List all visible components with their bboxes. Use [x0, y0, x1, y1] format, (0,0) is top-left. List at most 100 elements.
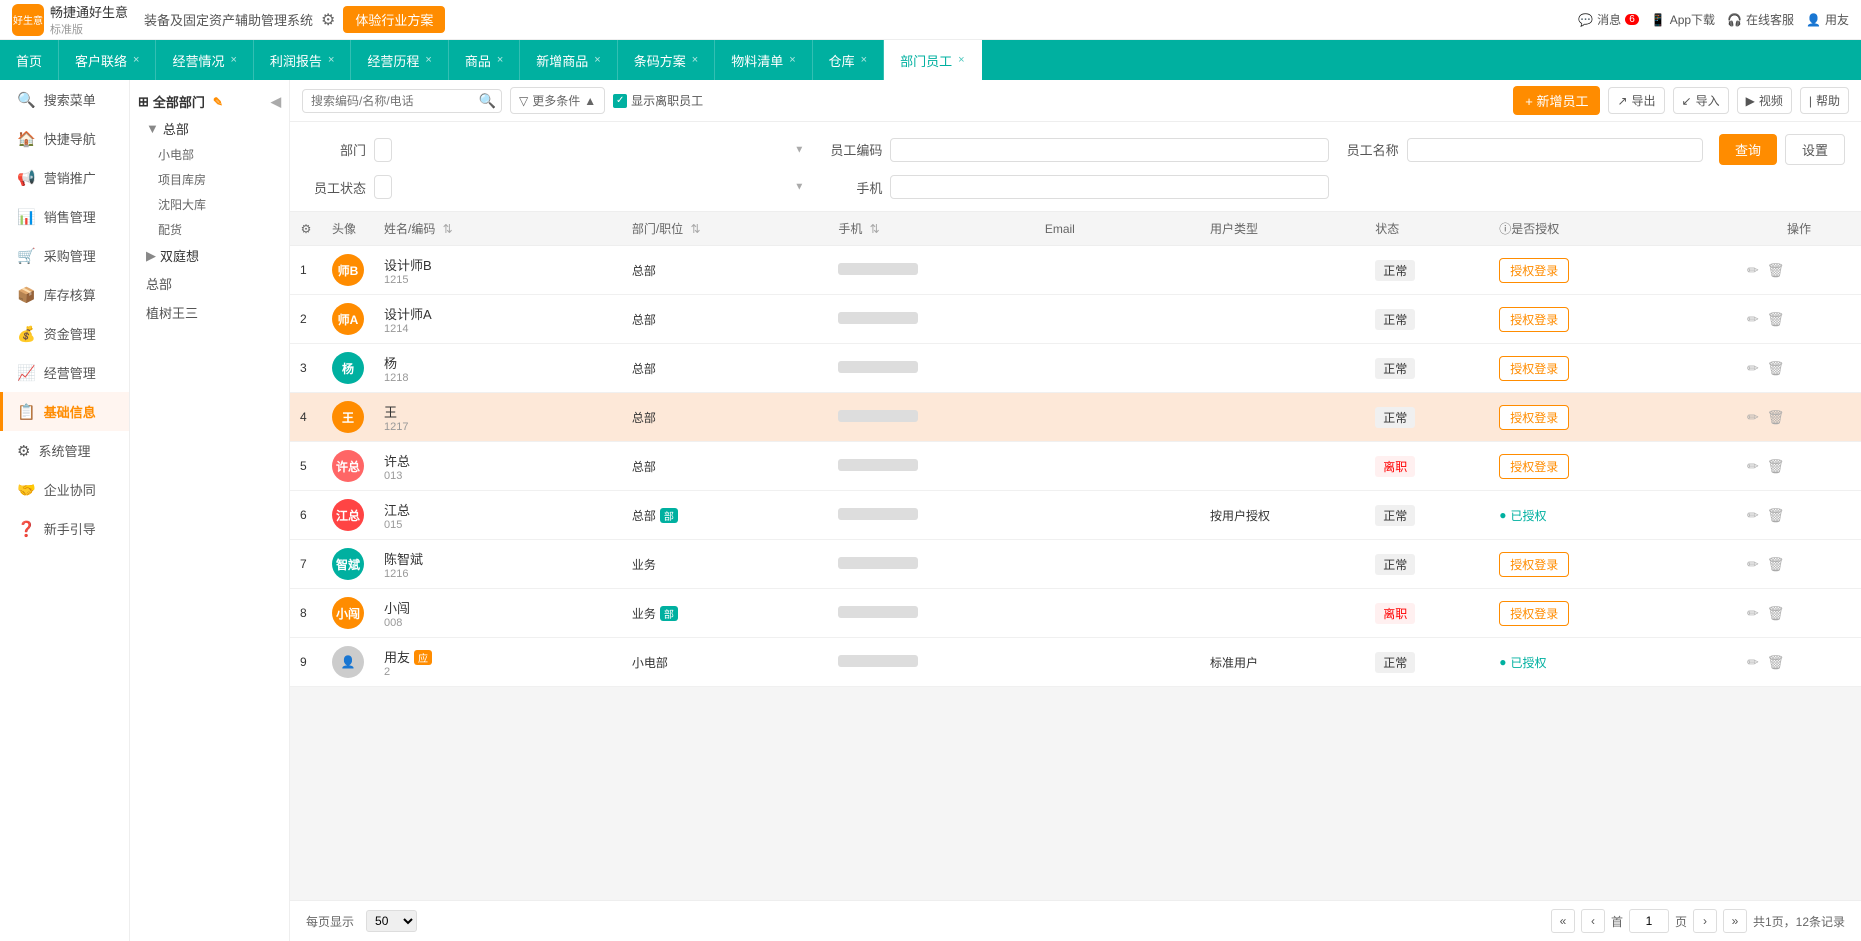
delete-icon[interactable]: 🗑: [1767, 458, 1785, 475]
sidebar-item-quick[interactable]: 🏠快捷导航: [0, 119, 129, 158]
prev-page-button[interactable]: ‹: [1581, 909, 1605, 933]
delete-icon[interactable]: 🗑: [1767, 556, 1785, 573]
search-input[interactable]: [302, 89, 502, 113]
sidebar-item-system[interactable]: ⚙系统管理: [0, 431, 129, 470]
navtab-客户联络[interactable]: 客户联络×: [59, 40, 156, 80]
dept-collapse-icon[interactable]: ◀: [271, 94, 281, 110]
delete-icon[interactable]: 🗑: [1767, 262, 1785, 279]
navtab-物料清单[interactable]: 物料清单×: [715, 40, 812, 80]
dept-select[interactable]: [374, 138, 392, 162]
navtab-首页[interactable]: 首页: [0, 40, 59, 80]
edit-icon[interactable]: ✏: [1747, 507, 1759, 524]
edit-icon[interactable]: ✏: [1747, 654, 1759, 671]
sidebar-item-marketing[interactable]: 📢营销推广: [0, 158, 129, 197]
set-button[interactable]: 设置: [1785, 134, 1845, 165]
trial-button[interactable]: 体验行业方案: [343, 6, 445, 33]
edit-icon[interactable]: ✏: [1747, 605, 1759, 622]
status-select[interactable]: [374, 175, 392, 199]
navtab-close-经营历程[interactable]: ×: [425, 54, 431, 66]
page-number-input[interactable]: [1629, 909, 1669, 933]
query-button[interactable]: 查询: [1719, 134, 1777, 165]
delete-icon[interactable]: 🗑: [1767, 409, 1785, 426]
navtab-close-部门员工[interactable]: ×: [958, 54, 964, 66]
col-name[interactable]: 姓名/编码 ⇅: [374, 212, 622, 246]
delete-icon[interactable]: 🗑: [1767, 605, 1785, 622]
dept-edit-icon[interactable]: ✎: [213, 95, 223, 109]
delete-icon[interactable]: 🗑: [1767, 311, 1785, 328]
edit-icon[interactable]: ✏: [1747, 556, 1759, 573]
view-button[interactable]: ▶ 视频: [1737, 87, 1792, 114]
dept-group-shuangtingxiang[interactable]: ▶ 双庭想: [138, 242, 281, 269]
navtab-close-条码方案[interactable]: ×: [692, 54, 698, 66]
online-service-button[interactable]: 🎧 在线客服: [1727, 11, 1794, 28]
delete-icon[interactable]: 🗑: [1767, 360, 1785, 377]
app-download-button[interactable]: 📱 App下载: [1651, 11, 1715, 28]
user-button[interactable]: 👤 用友: [1806, 11, 1849, 28]
edit-icon[interactable]: ✏: [1747, 311, 1759, 328]
navtab-商品[interactable]: 商品×: [449, 40, 520, 80]
sidebar-item-purchase[interactable]: 🛒采购管理: [0, 236, 129, 275]
add-employee-button[interactable]: + 新增员工: [1513, 86, 1600, 115]
auth-button[interactable]: 授权登录: [1499, 307, 1569, 332]
navtab-利润报告[interactable]: 利润报告×: [254, 40, 351, 80]
navtab-新增商品[interactable]: 新增商品×: [520, 40, 617, 80]
dept-child-peihuo[interactable]: 配货: [138, 217, 281, 242]
auth-button[interactable]: 授权登录: [1499, 258, 1569, 283]
navtab-仓库[interactable]: 仓库×: [813, 40, 884, 80]
show-resign-checkbox[interactable]: ✓: [613, 94, 627, 108]
first-page-button[interactable]: «: [1551, 909, 1575, 933]
dept-child-xiaodiangbu[interactable]: 小电部: [138, 142, 281, 167]
navtab-部门员工[interactable]: 部门员工×: [884, 40, 981, 80]
per-page-select[interactable]: 50 20 100: [366, 910, 417, 932]
delete-icon[interactable]: 🗑: [1767, 654, 1785, 671]
navtab-close-物料清单[interactable]: ×: [789, 54, 795, 66]
navtab-close-客户联络[interactable]: ×: [133, 54, 139, 66]
navtab-条码方案[interactable]: 条码方案×: [618, 40, 715, 80]
export-button[interactable]: ↗ 导出: [1608, 87, 1664, 114]
navtab-close-经营情况[interactable]: ×: [230, 54, 236, 66]
navtab-close-利润报告[interactable]: ×: [328, 54, 334, 66]
edit-icon[interactable]: ✏: [1747, 262, 1759, 279]
col-phone[interactable]: 手机 ⇅: [828, 212, 1035, 246]
empname-input[interactable]: [1407, 138, 1703, 162]
next-page-button[interactable]: ›: [1693, 909, 1717, 933]
edit-icon[interactable]: ✏: [1747, 458, 1759, 475]
auth-button[interactable]: 授权登录: [1499, 405, 1569, 430]
dept-group-zongbu[interactable]: ▼ 总部: [138, 115, 281, 142]
phone-input[interactable]: [890, 175, 1328, 199]
sidebar-item-guide[interactable]: ❓新手引导: [0, 509, 129, 548]
col-settings[interactable]: ⚙: [290, 212, 322, 246]
sidebar-item-search[interactable]: 🔍搜索菜单: [0, 80, 129, 119]
col-dept[interactable]: 部门/职位 ⇅: [622, 212, 829, 246]
navtab-close-商品[interactable]: ×: [497, 54, 503, 66]
sidebar-item-finance[interactable]: 💰资金管理: [0, 314, 129, 353]
auth-button[interactable]: 授权登录: [1499, 454, 1569, 479]
import-button[interactable]: ↙ 导入: [1673, 87, 1729, 114]
help-button[interactable]: | 帮助: [1800, 87, 1849, 114]
edit-icon[interactable]: ✏: [1747, 360, 1759, 377]
sidebar-item-sales[interactable]: 📊销售管理: [0, 197, 129, 236]
navtab-经营历程[interactable]: 经营历程×: [351, 40, 448, 80]
last-page-button[interactable]: »: [1723, 909, 1747, 933]
settings-icon[interactable]: ⚙: [321, 10, 335, 30]
sidebar-item-collab[interactable]: 🤝企业协同: [0, 470, 129, 509]
more-filter-button[interactable]: ▽ 更多条件 ▲: [510, 87, 605, 114]
sidebar-item-operation[interactable]: 📈经营管理: [0, 353, 129, 392]
delete-icon[interactable]: 🗑: [1767, 507, 1785, 524]
dept-item-zongbu2[interactable]: 总部: [138, 269, 281, 298]
dept-child-shenyangdaku[interactable]: 沈阳大库: [138, 192, 281, 217]
sidebar-item-inventory[interactable]: 📦库存核算: [0, 275, 129, 314]
navtab-close-仓库[interactable]: ×: [861, 54, 867, 66]
auth-button[interactable]: 授权登录: [1499, 601, 1569, 626]
sidebar-item-basic[interactable]: 📋基础信息: [0, 392, 129, 431]
navtab-经营情况[interactable]: 经营情况×: [156, 40, 253, 80]
show-resign-toggle[interactable]: ✓ 显示离职员工: [613, 92, 703, 109]
edit-icon[interactable]: ✏: [1747, 409, 1759, 426]
message-button[interactable]: 💬 消息 6: [1578, 11, 1639, 28]
dept-child-xiangmukufang[interactable]: 项目库房: [138, 167, 281, 192]
dept-item-zhishu[interactable]: 植树王三: [138, 298, 281, 327]
empcode-input[interactable]: [890, 138, 1328, 162]
auth-button[interactable]: 授权登录: [1499, 552, 1569, 577]
auth-button[interactable]: 授权登录: [1499, 356, 1569, 381]
navtab-close-新增商品[interactable]: ×: [594, 54, 600, 66]
